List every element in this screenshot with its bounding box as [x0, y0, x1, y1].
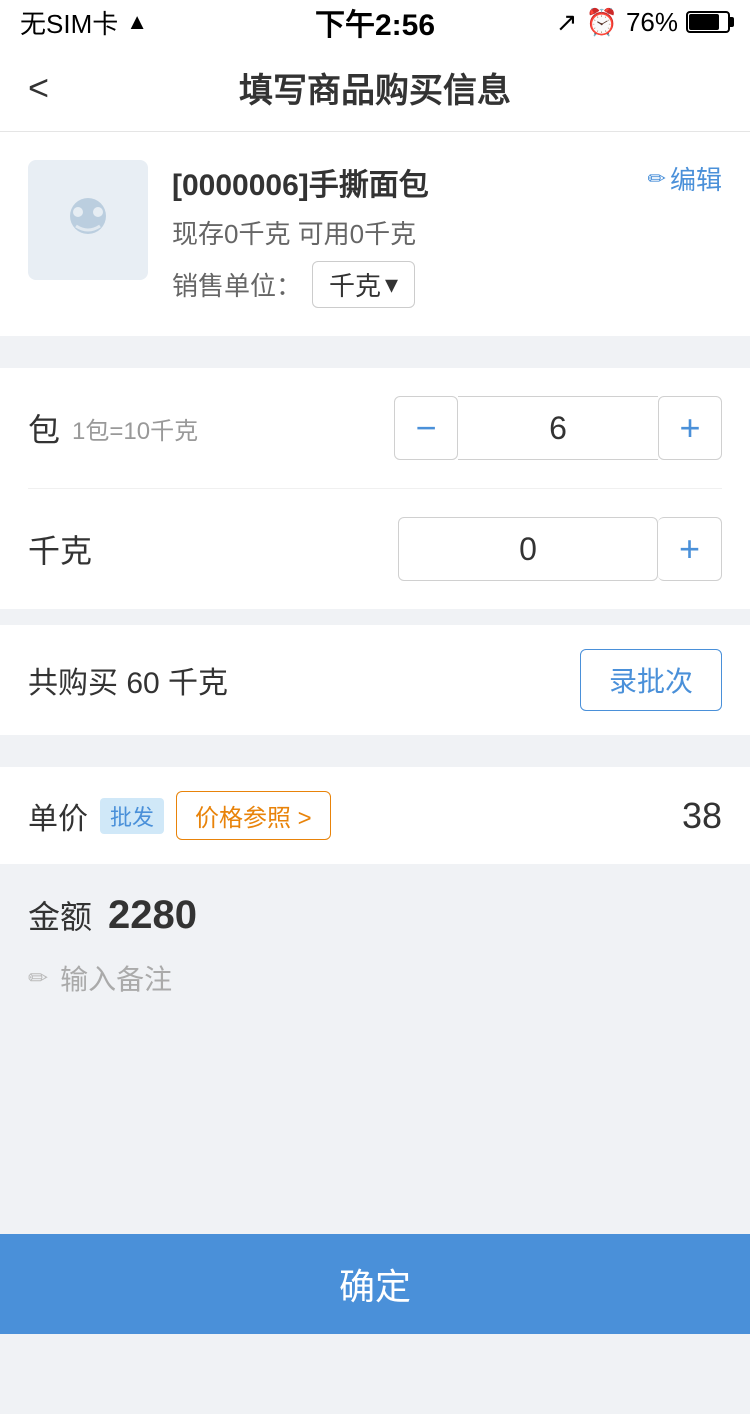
bao-decrease-button[interactable]: −	[394, 396, 458, 460]
page-title: 填写商品购买信息	[239, 63, 511, 112]
price-section: 单价 批发 价格参照 > 38	[0, 767, 750, 864]
bao-quantity-control: − +	[394, 396, 722, 460]
product-card: [0000006]手撕面包 ✏ 编辑 现存0千克 可用0千克 销售单位： 千克 …	[0, 132, 750, 336]
product-name: [0000006]手撕面包	[172, 160, 429, 204]
status-right: ↗ ⏰ 76%	[556, 7, 730, 38]
product-unit-row: 销售单位： 千克 ▾	[172, 261, 722, 308]
summary-section: 共购买 60 千克 录批次	[0, 625, 750, 735]
remark-placeholder: 输入备注	[60, 958, 172, 998]
kg-row: 千克 +	[28, 489, 722, 609]
bao-increase-button[interactable]: +	[658, 396, 722, 460]
divider-1	[0, 352, 750, 368]
battery-percent: 76%	[626, 7, 678, 38]
price-ref-label: 价格参照 >	[195, 798, 312, 833]
edit-label: 编辑	[670, 160, 722, 197]
confirm-button[interactable]: 确定	[0, 1234, 750, 1334]
product-stock: 现存0千克 可用0千克	[172, 214, 722, 251]
product-logo-icon	[56, 188, 120, 252]
bao-label-text: 包	[28, 405, 60, 451]
unit-select[interactable]: 千克 ▾	[312, 261, 415, 308]
record-batch-button[interactable]: 录批次	[580, 649, 722, 711]
unit-label: 销售单位：	[172, 266, 302, 303]
edit-button[interactable]: ✏ 编辑	[648, 160, 722, 197]
kg-quantity-input[interactable]	[398, 517, 658, 581]
pencil-icon: ✏	[28, 964, 48, 993]
price-label: 单价 批发 价格参照 >	[28, 791, 331, 840]
location-icon: ↗	[556, 7, 578, 38]
status-bar: 无SIM卡 ▲ 下午2:56 ↗ ⏰ 76%	[0, 0, 750, 44]
price-ref-button[interactable]: 价格参照 >	[176, 791, 331, 840]
product-name-row: [0000006]手撕面包 ✏ 编辑	[172, 160, 722, 204]
bao-hint: 1包=10千克	[72, 411, 198, 446]
summary-text: 共购买 60 千克	[28, 658, 228, 702]
wifi-icon: ▲	[126, 9, 148, 35]
bao-label: 包 1包=10千克	[28, 405, 198, 451]
price-row: 单价 批发 价格参照 > 38	[28, 791, 722, 840]
bao-row: 包 1包=10千克 − +	[28, 368, 722, 489]
alarm-icon: ⏰	[586, 7, 618, 38]
remark-row[interactable]: ✏ 输入备注	[28, 958, 722, 998]
status-time: 下午2:56	[315, 0, 435, 44]
amount-section: 金额 2280 ✏ 输入备注	[0, 864, 750, 1014]
kg-quantity-control: +	[398, 517, 722, 581]
price-label-text: 单价	[28, 794, 88, 838]
back-button[interactable]: <	[28, 67, 49, 109]
product-info: [0000006]手撕面包 ✏ 编辑 现存0千克 可用0千克 销售单位： 千克 …	[172, 160, 722, 308]
kg-label-text: 千克	[28, 526, 92, 572]
kg-increase-button[interactable]: +	[658, 517, 722, 581]
divider-2	[0, 751, 750, 767]
battery-icon	[686, 11, 730, 33]
bao-quantity-input[interactable]	[458, 396, 658, 460]
nav-bar: < 填写商品购买信息	[0, 44, 750, 132]
batch-badge: 批发	[100, 798, 164, 834]
amount-label: 金额	[28, 892, 92, 938]
dropdown-icon: ▾	[385, 269, 398, 300]
carrier-text: 无SIM卡	[20, 4, 118, 41]
price-value: 38	[682, 795, 722, 837]
amount-row: 金额 2280	[28, 892, 722, 938]
edit-icon: ✏	[648, 166, 666, 192]
status-left: 无SIM卡 ▲	[20, 4, 148, 41]
amount-value: 2280	[108, 893, 197, 938]
unit-value: 千克	[329, 266, 381, 303]
back-icon: <	[28, 67, 49, 108]
form-section: 包 1包=10千克 − + 千克 +	[0, 368, 750, 609]
product-image	[28, 160, 148, 280]
kg-label: 千克	[28, 526, 92, 572]
